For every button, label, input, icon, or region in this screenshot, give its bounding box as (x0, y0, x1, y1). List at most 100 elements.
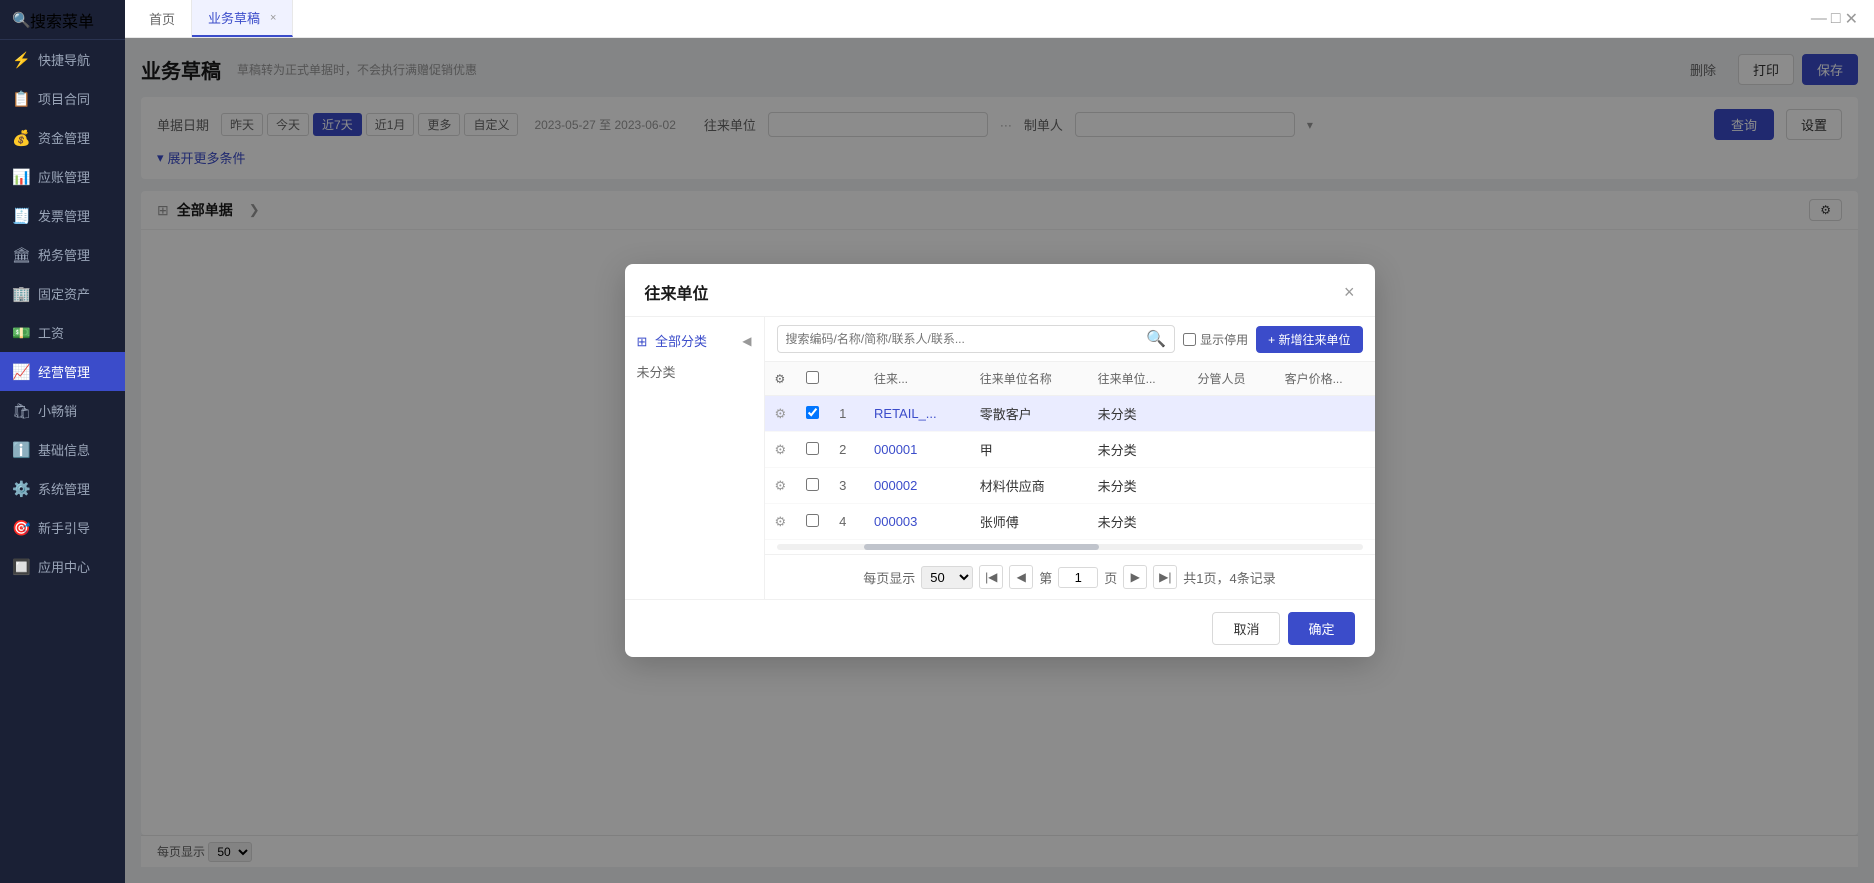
sidebar-item-label: 基础信息 (38, 440, 90, 459)
sidebar-header[interactable]: 🔍 搜索菜单 (0, 0, 125, 40)
sidebar-item-jingying[interactable]: 📈 经营管理 (0, 352, 125, 391)
account-icon: 📊 (12, 168, 30, 186)
col-code: 往来... (864, 362, 970, 396)
sidebar-item-yingfu[interactable]: 📊 应账管理 (0, 157, 125, 196)
sidebar-item-zijin[interactable]: 💰 资金管理 (0, 118, 125, 157)
building-icon: 🏢 (12, 285, 30, 303)
page-first-button[interactable]: |◀ (979, 565, 1003, 589)
invoice-icon: 🧾 (12, 207, 30, 225)
table-row[interactable]: ⚙ 4 000003 张师傅 未分类 (765, 504, 1375, 540)
partner-table: ⚙ 往来... 往来单位名称 往来单位... 分管人员 客户价格... (765, 362, 1375, 540)
row-salesperson (1187, 396, 1274, 432)
sidebar-item-kuaijie[interactable]: ⚡ 快捷导航 (0, 40, 125, 79)
dialog-title: 往来单位 (645, 280, 709, 304)
show-disabled-checkbox[interactable] (1183, 333, 1196, 346)
sidebar-item-jichu[interactable]: ℹ️ 基础信息 (0, 430, 125, 469)
row-no: 1 (829, 396, 864, 432)
window-close-icon[interactable]: ✕ (1845, 9, 1858, 29)
management-icon: 📈 (12, 363, 30, 381)
money-icon: 💰 (12, 129, 30, 147)
table-row[interactable]: ⚙ 3 000002 材料供应商 未分类 (765, 468, 1375, 504)
sidebar-item-gongzi[interactable]: 💵 工资 (0, 313, 125, 352)
tab-close-icon[interactable]: × (270, 12, 276, 24)
page-prev-button[interactable]: ◀ (1009, 565, 1033, 589)
search-box[interactable]: 🔍 (777, 325, 1176, 353)
tab-home-label: 首页 (149, 9, 175, 28)
page-next-button[interactable]: ▶ (1123, 565, 1147, 589)
uncategorized-label: 未分类 (637, 365, 676, 380)
sidebar-item-label: 固定资产 (38, 284, 90, 303)
row-code: 000002 (864, 468, 970, 504)
row-no: 3 (829, 468, 864, 504)
row-no: 2 (829, 432, 864, 468)
search-icon: 🔍 (12, 11, 30, 29)
col-salesperson: 分管人员 (1187, 362, 1274, 396)
cancel-button[interactable]: 取消 (1212, 612, 1280, 645)
total-info: 共1页，4条记录 (1183, 568, 1275, 587)
sidebar-item-yingyong[interactable]: 🔲 应用中心 (0, 547, 125, 586)
row-price (1275, 432, 1375, 468)
row-name: 材料供应商 (970, 468, 1088, 504)
add-partner-button[interactable]: + 新增往来单位 (1256, 326, 1362, 353)
row-category: 未分类 (1088, 504, 1188, 540)
row-settings: ⚙ (765, 504, 797, 540)
sidebar-item-label: 系统管理 (38, 479, 90, 498)
row-settings: ⚙ (765, 432, 797, 468)
sidebar-item-xitong[interactable]: ⚙️ 系统管理 (0, 469, 125, 508)
row-salesperson (1187, 504, 1274, 540)
window-minimize-icon[interactable]: — (1811, 10, 1827, 28)
sidebar: 🔍 搜索菜单 ⚡ 快捷导航 📋 项目合同 💰 资金管理 📊 应账管理 🧾 发票管… (0, 0, 125, 883)
contract-icon: 📋 (12, 90, 30, 108)
sidebar-item-shuiwu[interactable]: 🏛 税务管理 (0, 235, 125, 274)
table-row[interactable]: ⚙ 2 000001 甲 未分类 (765, 432, 1375, 468)
row-code: RETAIL_... (864, 396, 970, 432)
row-name: 零散客户 (970, 396, 1088, 432)
guide-icon: 🎯 (12, 519, 30, 537)
page-label: 第 (1039, 568, 1052, 587)
app-icon: 🔲 (12, 558, 30, 576)
dialog-close-icon[interactable]: × (1344, 282, 1355, 303)
sidebar-item-label: 资金管理 (38, 128, 90, 147)
sidebar-item-fapiao[interactable]: 🧾 发票管理 (0, 196, 125, 235)
dialog-left-panel: ⊞ 全部分类 ◀ 未分类 (625, 317, 765, 599)
select-all-checkbox[interactable] (806, 371, 819, 384)
row-settings: ⚙ (765, 468, 797, 504)
dialog-right-toolbar: 🔍 显示停用 + 新增往来单位 (765, 317, 1375, 362)
row-checkbox[interactable] (796, 504, 829, 540)
sidebar-item-xiaodian[interactable]: 🛍 小畅销 (0, 391, 125, 430)
search-icon: 🔍 (1146, 329, 1166, 349)
left-panel-uncategorized[interactable]: 未分类 (625, 356, 764, 387)
row-checkbox[interactable] (796, 432, 829, 468)
dialog-body: ⊞ 全部分类 ◀ 未分类 (625, 317, 1375, 599)
modal-overlay: 往来单位 × ⊞ 全部分类 ◀ (125, 38, 1874, 883)
tab-draft[interactable]: 业务草稿 × (192, 0, 293, 37)
show-disabled-toggle[interactable]: 显示停用 (1183, 331, 1248, 348)
row-checkbox[interactable] (796, 468, 829, 504)
table-header-row: ⚙ 往来... 往来单位名称 往来单位... 分管人员 客户价格... (765, 362, 1375, 396)
scrollbar-thumb (864, 544, 1098, 550)
confirm-button[interactable]: 确定 (1288, 612, 1354, 645)
window-maximize-icon[interactable]: □ (1831, 10, 1841, 28)
sidebar-item-label: 发票管理 (38, 206, 90, 225)
col-no (829, 362, 864, 396)
search-input[interactable] (786, 332, 1143, 346)
sidebar-item-xiangmu[interactable]: 📋 项目合同 (0, 79, 125, 118)
table-row[interactable]: ⚙ 1 RETAIL_... 零散客户 未分类 (765, 396, 1375, 432)
per-page-select[interactable]: 50 100 (921, 566, 973, 589)
row-checkbox[interactable] (796, 396, 829, 432)
collapse-icon[interactable]: ◀ (742, 334, 751, 348)
sidebar-item-xinshou[interactable]: 🎯 新手引导 (0, 508, 125, 547)
row-category: 未分类 (1088, 468, 1188, 504)
pagination: 每页显示 50 100 |◀ ◀ 第 页 ▶ ▶| (765, 554, 1375, 599)
sidebar-item-gudingzichan[interactable]: 🏢 固定资产 (0, 274, 125, 313)
page-last-button[interactable]: ▶| (1153, 565, 1177, 589)
dialog-partner: 往来单位 × ⊞ 全部分类 ◀ (625, 264, 1375, 657)
dialog-right-panel: 🔍 显示停用 + 新增往来单位 (765, 317, 1375, 599)
page-input[interactable] (1058, 567, 1098, 588)
row-name: 甲 (970, 432, 1088, 468)
tab-home[interactable]: 首页 (133, 0, 192, 37)
gear-icon: ⚙️ (12, 480, 30, 498)
tax-icon: 🏛 (12, 246, 30, 264)
row-no: 4 (829, 504, 864, 540)
table-scrollbar[interactable] (777, 544, 1363, 550)
